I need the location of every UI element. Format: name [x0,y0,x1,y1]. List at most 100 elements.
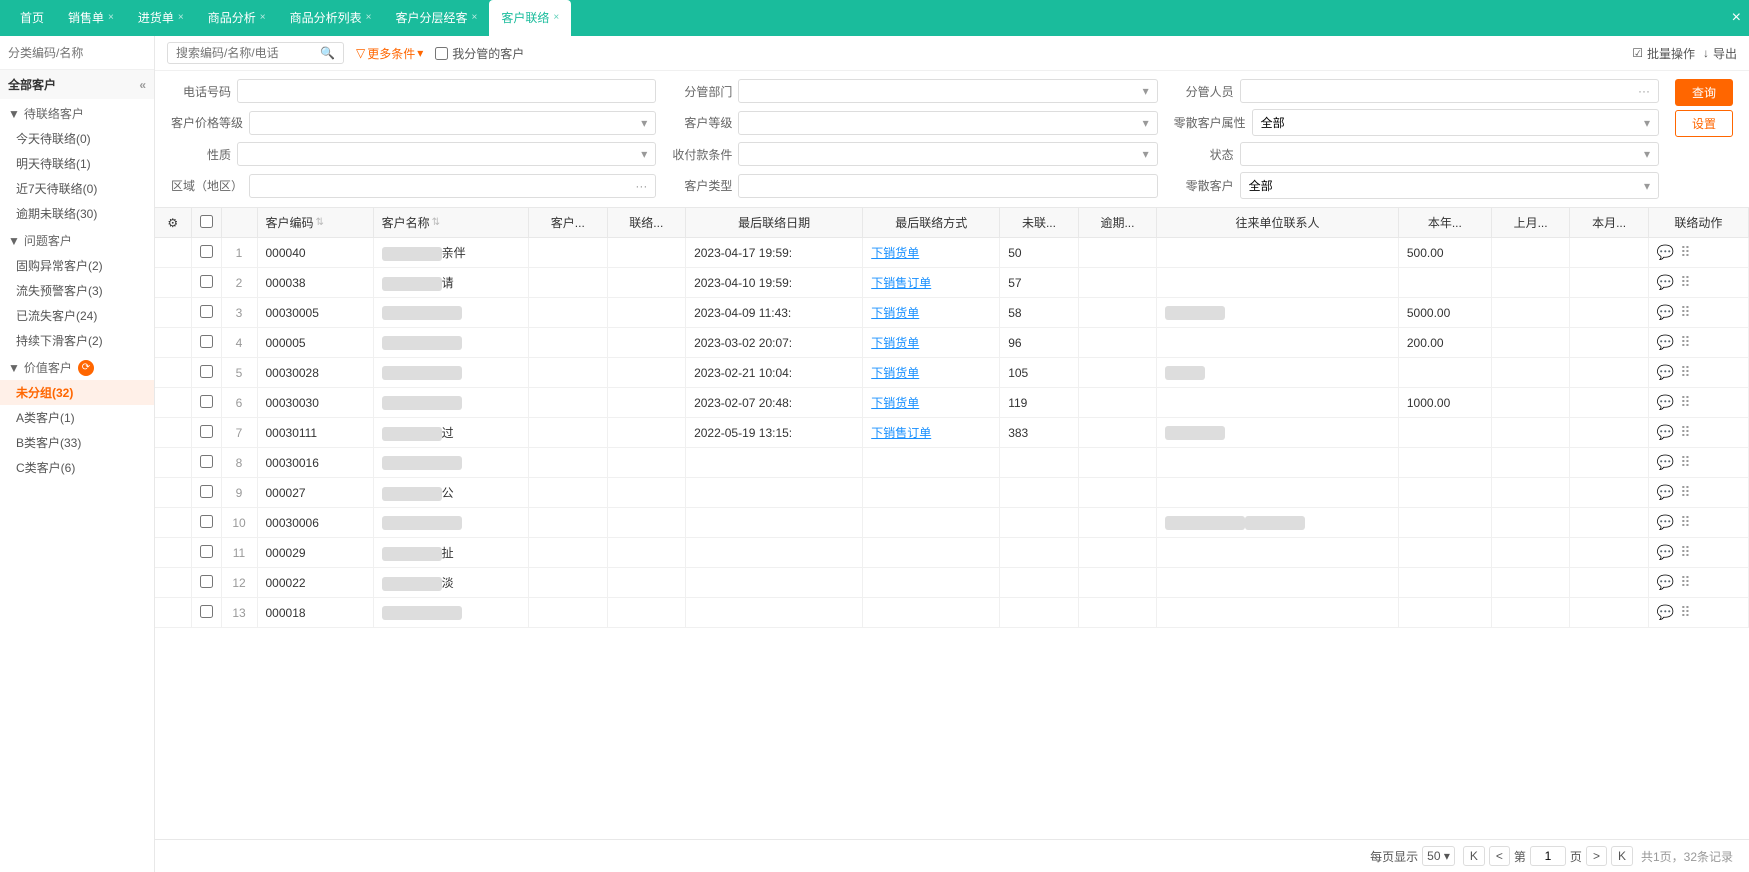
close-window-icon[interactable]: × [1732,9,1741,27]
sidebar-item-class-c[interactable]: C类客户(6) [0,455,154,480]
chat-icon[interactable]: 💬 [1657,364,1674,381]
tab-product-analysis[interactable]: 商品分析 × [196,0,278,36]
tab-customer-contact[interactable]: 客户联络 × [489,0,571,36]
row-checkbox[interactable] [200,245,213,258]
contact-way-link[interactable]: 下销货单 [871,336,919,350]
tab-purchase[interactable]: 进货单 × [126,0,196,36]
contact-way-link[interactable]: 下销货单 [871,366,919,380]
row-checkbox[interactable] [200,605,213,618]
grid-icon[interactable]: ⠿ [1680,334,1690,351]
grid-icon[interactable]: ⠿ [1680,244,1690,261]
chat-icon[interactable]: 💬 [1657,274,1674,291]
row-checkbox[interactable] [200,575,213,588]
refresh-badge[interactable]: ⟳ [78,360,94,376]
unit-contact-header[interactable]: 往来单位联系人 [1157,208,1399,238]
retail-attr-select[interactable]: 全部 ▾ [1252,109,1659,136]
this-month-header[interactable]: 本月... [1570,208,1649,238]
customer-grade-select[interactable]: ▾ [738,111,1157,135]
contact-way-link[interactable]: 下销货单 [871,306,919,320]
row-checkbox[interactable] [200,515,213,528]
close-icon[interactable]: × [178,0,184,36]
my-customers-check[interactable] [435,47,448,60]
nature-select[interactable]: ▾ [237,142,656,166]
sidebar-search-bar[interactable]: 🔍 [0,36,154,70]
search-icon[interactable]: 🔍 [320,46,335,60]
sidebar-item-overdue-contact[interactable]: 逾期未联络(30) [0,201,154,226]
tab-home[interactable]: 首页 [8,0,56,36]
grid-icon[interactable]: ⠿ [1680,574,1690,591]
chat-icon[interactable]: 💬 [1657,574,1674,591]
status-select[interactable]: ▾ [1240,142,1659,166]
main-search-box[interactable]: 🔍 [167,42,344,64]
chat-icon[interactable]: 💬 [1657,424,1674,441]
chat-icon[interactable]: 💬 [1657,454,1674,471]
checkbox-cell[interactable] [191,238,221,268]
row-checkbox[interactable] [200,485,213,498]
settings-column-header[interactable]: ⚙ [155,208,191,238]
checkbox-cell[interactable] [191,538,221,568]
this-year-header[interactable]: 本年... [1398,208,1491,238]
sidebar-item-churn-warning[interactable]: 流失预警客户(3) [0,278,154,303]
select-all-checkbox[interactable] [200,215,213,228]
checkbox-cell[interactable] [191,478,221,508]
chat-icon[interactable]: 💬 [1657,544,1674,561]
row-checkbox[interactable] [200,395,213,408]
retail-select[interactable]: 全部 ▾ [1240,172,1659,199]
grid-icon[interactable]: ⠿ [1680,394,1690,411]
last-page-button[interactable]: K [1611,846,1633,866]
manager-dotdot[interactable]: ··· [1638,84,1650,98]
checkbox-cell[interactable] [191,388,221,418]
row-checkbox[interactable] [200,275,213,288]
contact-way-link[interactable]: 下销售订单 [871,426,931,440]
close-icon[interactable]: × [260,0,266,36]
checkbox-cell[interactable] [191,448,221,478]
contact-way-link[interactable]: 下销售订单 [871,276,931,290]
close-icon[interactable]: × [366,0,372,36]
price-grade-select[interactable]: ▾ [249,111,656,135]
grid-icon[interactable]: ⠿ [1680,364,1690,381]
code-column-header[interactable]: 客户编码 ⇅ [257,208,373,238]
sidebar-item-declining[interactable]: 持续下滑客户(2) [0,328,154,353]
checkbox-cell[interactable] [191,418,221,448]
type-column-header[interactable]: 客户... [529,208,608,238]
last-contact-way-header[interactable]: 最后联络方式 [863,208,1000,238]
grid-icon[interactable]: ⠿ [1680,274,1690,291]
first-page-button[interactable]: K [1463,846,1485,866]
all-customers-header[interactable]: 全部客户 « [0,70,154,99]
sidebar-item-class-b[interactable]: B类客户(33) [0,430,154,455]
reset-button[interactable]: 设置 [1675,110,1733,137]
close-icon[interactable]: × [471,0,477,36]
chat-icon[interactable]: 💬 [1657,334,1674,351]
more-conditions-button[interactable]: ▽ 更多条件 ▾ [356,45,423,62]
tab-sales[interactable]: 销售单 × [56,0,126,36]
value-customers-group[interactable]: ▼ 价值客户 ⟳ [0,353,154,380]
grid-icon[interactable]: ⠿ [1680,424,1690,441]
tab-product-analysis-list[interactable]: 商品分析列表 × [278,0,384,36]
not-contacted-header[interactable]: 未联... [1000,208,1079,238]
phone-input[interactable] [237,79,656,103]
overdue-header[interactable]: 逾期... [1078,208,1157,238]
row-checkbox[interactable] [200,425,213,438]
chat-icon[interactable]: 💬 [1657,514,1674,531]
checkbox-cell[interactable] [191,508,221,538]
checkbox-cell[interactable] [191,568,221,598]
checkbox-cell[interactable] [191,268,221,298]
payment-select[interactable]: ▾ [738,142,1157,166]
export-button[interactable]: ↓ 导出 [1703,45,1737,62]
close-icon[interactable]: × [553,0,559,36]
main-search-input[interactable] [176,46,316,60]
checkbox-cell[interactable] [191,358,221,388]
name-column-header[interactable]: 客户名称 ⇅ [373,208,528,238]
last-month-header[interactable]: 上月... [1491,208,1570,238]
row-checkbox[interactable] [200,365,213,378]
grid-icon[interactable]: ⠿ [1680,484,1690,501]
contact-way-link[interactable]: 下销货单 [871,396,919,410]
row-checkbox[interactable] [200,455,213,468]
checkbox-cell[interactable] [191,298,221,328]
sidebar-item-ungroup[interactable]: 未分组(32) [0,380,154,405]
sidebar-item-class-a[interactable]: A类客户(1) [0,405,154,430]
customer-type-input[interactable] [738,174,1157,198]
sidebar-search-input[interactable] [8,46,155,60]
dept-select[interactable]: ▾ [738,79,1157,103]
sidebar-item-today-contact[interactable]: 今天待联络(0) [0,126,154,151]
